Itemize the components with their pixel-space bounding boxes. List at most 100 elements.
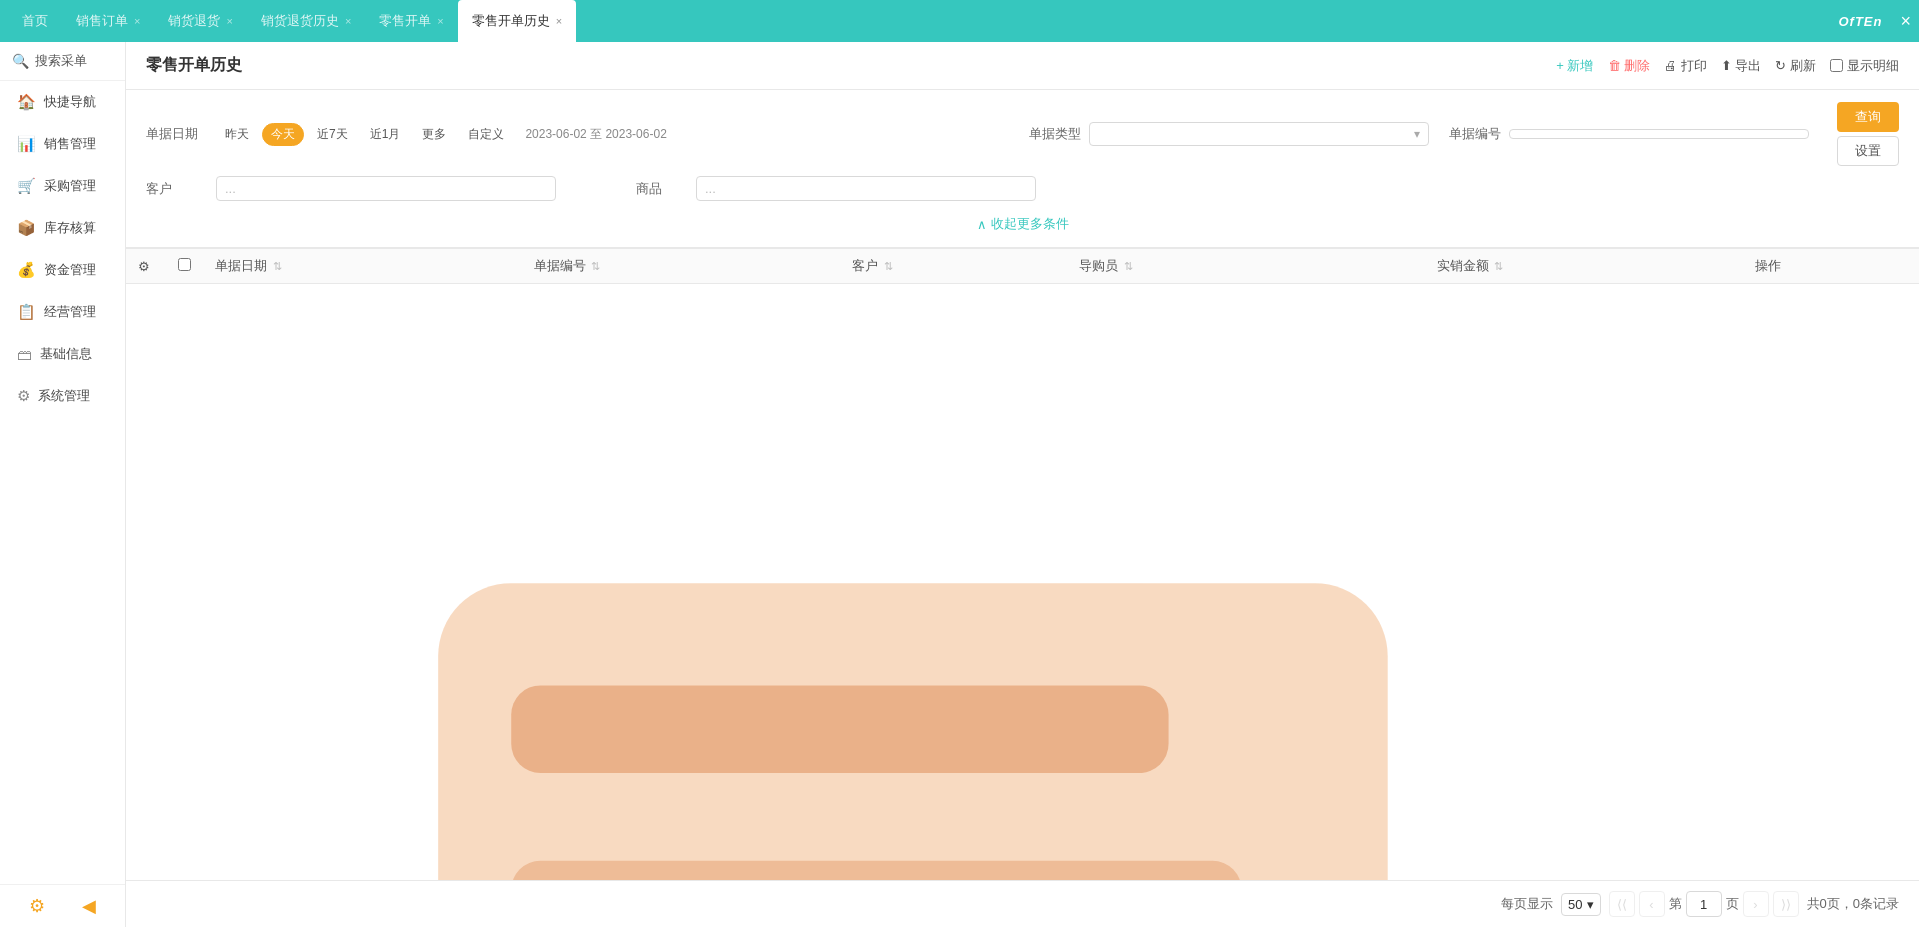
collapse-label: 收起更多条件: [991, 215, 1069, 233]
date-btn-更多[interactable]: 更多: [413, 123, 455, 146]
table-header-row: ⚙ 单据日期 ⇅单据编号 ⇅客户 ⇅导购员 ⇅ 实销金额 ⇅操作: [126, 249, 1919, 284]
tab-close-销售订单[interactable]: ×: [134, 15, 140, 27]
collapse-button[interactable]: ∧ 收起更多条件: [977, 215, 1069, 233]
setting-button[interactable]: 设置: [1837, 136, 1899, 166]
tab-销售订单[interactable]: 销售订单×: [62, 0, 154, 42]
add-button[interactable]: + 新增: [1556, 57, 1593, 75]
tab-首页[interactable]: 首页: [8, 0, 62, 42]
sidebar-item-系统管理[interactable]: ⚙ 系统管理: [0, 375, 125, 417]
sidebar-search[interactable]: 🔍 搜索采单: [0, 42, 125, 81]
main-layout: 🔍 搜索采单 🏠快捷导航📊销售管理🛒采购管理📦库存核算💰资金管理📋经营管理🗃基础…: [0, 42, 1919, 927]
doc-num-label: 单据编号: [1449, 125, 1509, 143]
refresh-button[interactable]: ↻ 刷新: [1775, 57, 1816, 75]
sidebar-search-label: 搜索采单: [35, 52, 87, 70]
sidebar-item-基础信息[interactable]: 🗃基础信息: [0, 333, 125, 375]
query-button[interactable]: 查询: [1837, 102, 1899, 132]
sidebar-item-经营管理[interactable]: 📋经营管理: [0, 291, 125, 333]
empty-state: 暂无数据: [126, 284, 1919, 880]
toolbar: + 新增 🗑 删除 🖨 打印 ⬆ 导出 ↻ 刷新 显示明细: [1556, 57, 1899, 75]
page-size-arrow: ▾: [1587, 897, 1594, 912]
empty-row: 暂无数据: [126, 284, 1919, 881]
table-col-单据编号[interactable]: 单据编号 ⇅: [522, 249, 841, 284]
doc-type-select[interactable]: ▾: [1089, 122, 1429, 146]
collapse-icon[interactable]: ◀: [82, 895, 96, 917]
date-label: 单据日期: [146, 125, 216, 143]
sidebar-icon-销售管理: 📊: [17, 135, 36, 153]
prev-page-btn[interactable]: ‹: [1639, 891, 1665, 917]
table-col-单据日期[interactable]: 单据日期 ⇅: [203, 249, 522, 284]
date-btn-今天[interactable]: 今天: [262, 123, 304, 146]
next-page-btn[interactable]: ›: [1743, 891, 1769, 917]
table-body: 暂无数据: [126, 284, 1919, 881]
tab-销货退货[interactable]: 销货退货×: [154, 0, 246, 42]
sort-icon-导购员: ⇅: [1124, 260, 1133, 272]
tab-close-零售开单历史[interactable]: ×: [556, 15, 562, 27]
tab-close-销货退货历史[interactable]: ×: [345, 15, 351, 27]
display-checkbox[interactable]: [1830, 59, 1843, 72]
sidebar-item-库存核算[interactable]: 📦库存核算: [0, 207, 125, 249]
customer-label: 客户: [146, 180, 216, 198]
sidebar-icon-系统管理: ⚙: [17, 387, 30, 405]
table-settings-col[interactable]: ⚙: [126, 249, 166, 284]
sidebar-label-库存核算: 库存核算: [44, 219, 96, 237]
goods-input[interactable]: ...: [696, 176, 1036, 201]
sidebar-label-快捷导航: 快捷导航: [44, 93, 96, 111]
sidebar-icon-资金管理: 💰: [17, 261, 36, 279]
export-button[interactable]: ⬆ 导出: [1721, 57, 1762, 75]
sidebar-label-系统管理: 系统管理: [38, 387, 90, 405]
sort-icon-单据日期: ⇅: [273, 260, 282, 272]
date-btn-近1月[interactable]: 近1月: [361, 123, 410, 146]
delete-button[interactable]: 🗑 删除: [1608, 57, 1651, 75]
svg-rect-2: [511, 861, 1241, 880]
pagination: 每页显示 50 ▾ ⟨⟨ ‹ 第 页 › ⟩⟩ 共0页，0条记录: [126, 880, 1919, 927]
sidebar-item-采购管理[interactable]: 🛒采购管理: [0, 165, 125, 207]
display-toggle[interactable]: 显示明细: [1830, 57, 1899, 75]
table-col-导购员[interactable]: 导购员 ⇅: [1067, 249, 1340, 284]
filter-row-1: 单据日期 昨天今天近7天近1月更多自定义 2023-06-02 至 2023-0…: [146, 102, 1899, 166]
date-btn-近7天[interactable]: 近7天: [308, 123, 357, 146]
goods-placeholder: ...: [705, 181, 716, 196]
total-info: 共0页，0条记录: [1807, 895, 1899, 913]
date-range: 2023-06-02 至 2023-06-02: [525, 126, 666, 143]
settings-icon[interactable]: ⚙: [29, 895, 45, 917]
page-size-select[interactable]: 50 ▾: [1561, 893, 1600, 916]
sidebar-item-快捷导航[interactable]: 🏠快捷导航: [0, 81, 125, 123]
sidebar-label-采购管理: 采购管理: [44, 177, 96, 195]
tab-销货退货历史[interactable]: 销货退货历史×: [247, 0, 365, 42]
first-page-btn[interactable]: ⟨⟨: [1609, 891, 1635, 917]
sidebar-item-资金管理[interactable]: 💰资金管理: [0, 249, 125, 291]
tab-零售开单历史[interactable]: 零售开单历史×: [458, 0, 576, 42]
top-bar: 首页销售订单×销货退货×销货退货历史×零售开单×零售开单历史× OfTEn ×: [0, 0, 1919, 42]
date-btn-自定义[interactable]: 自定义: [459, 123, 513, 146]
data-table: ⚙ 单据日期 ⇅单据编号 ⇅客户 ⇅导购员 ⇅ 实销金额 ⇅操作: [126, 248, 1919, 880]
date-btn-昨天[interactable]: 昨天: [216, 123, 258, 146]
top-bar-right: OfTEn ×: [1838, 11, 1911, 32]
table-area: ⚙ 单据日期 ⇅单据编号 ⇅客户 ⇅导购员 ⇅ 实销金额 ⇅操作: [126, 248, 1919, 880]
select-all-checkbox[interactable]: [178, 258, 191, 271]
sidebar-label-基础信息: 基础信息: [40, 345, 92, 363]
sidebar-icon-经营管理: 📋: [17, 303, 36, 321]
close-btn[interactable]: ×: [1900, 11, 1911, 32]
table-col-实销金额[interactable]: 实销金额 ⇅: [1425, 249, 1744, 284]
tab-close-零售开单[interactable]: ×: [437, 15, 443, 27]
search-icon: 🔍: [12, 53, 29, 69]
tab-close-销货退货[interactable]: ×: [226, 15, 232, 27]
page-size-label: 每页显示: [1501, 895, 1553, 913]
page-label: 第: [1669, 895, 1682, 913]
sidebar-items-container: 🏠快捷导航📊销售管理🛒采购管理📦库存核算💰资金管理📋经营管理🗃基础信息 ⚙ 系统管理: [0, 81, 125, 417]
last-page-btn[interactable]: ⟩⟩: [1773, 891, 1799, 917]
doc-num-input[interactable]: [1509, 129, 1809, 139]
filter-area: 单据日期 昨天今天近7天近1月更多自定义 2023-06-02 至 2023-0…: [126, 90, 1919, 248]
customer-input[interactable]: ...: [216, 176, 556, 201]
table-col-操作: 操作: [1743, 249, 1919, 284]
svg-rect-1: [511, 685, 1168, 773]
page-input[interactable]: [1686, 891, 1722, 917]
table-col-客户[interactable]: 客户 ⇅: [840, 249, 1067, 284]
table-checkbox-col[interactable]: [166, 249, 203, 284]
sidebar-item-销售管理[interactable]: 📊销售管理: [0, 123, 125, 165]
tab-零售开单[interactable]: 零售开单×: [365, 0, 457, 42]
action-btns: 查询 设置: [1837, 102, 1899, 166]
print-button[interactable]: 🖨 打印: [1664, 57, 1707, 75]
display-label: 显示明细: [1847, 57, 1899, 75]
collapse-up-icon: ∧: [977, 217, 987, 232]
